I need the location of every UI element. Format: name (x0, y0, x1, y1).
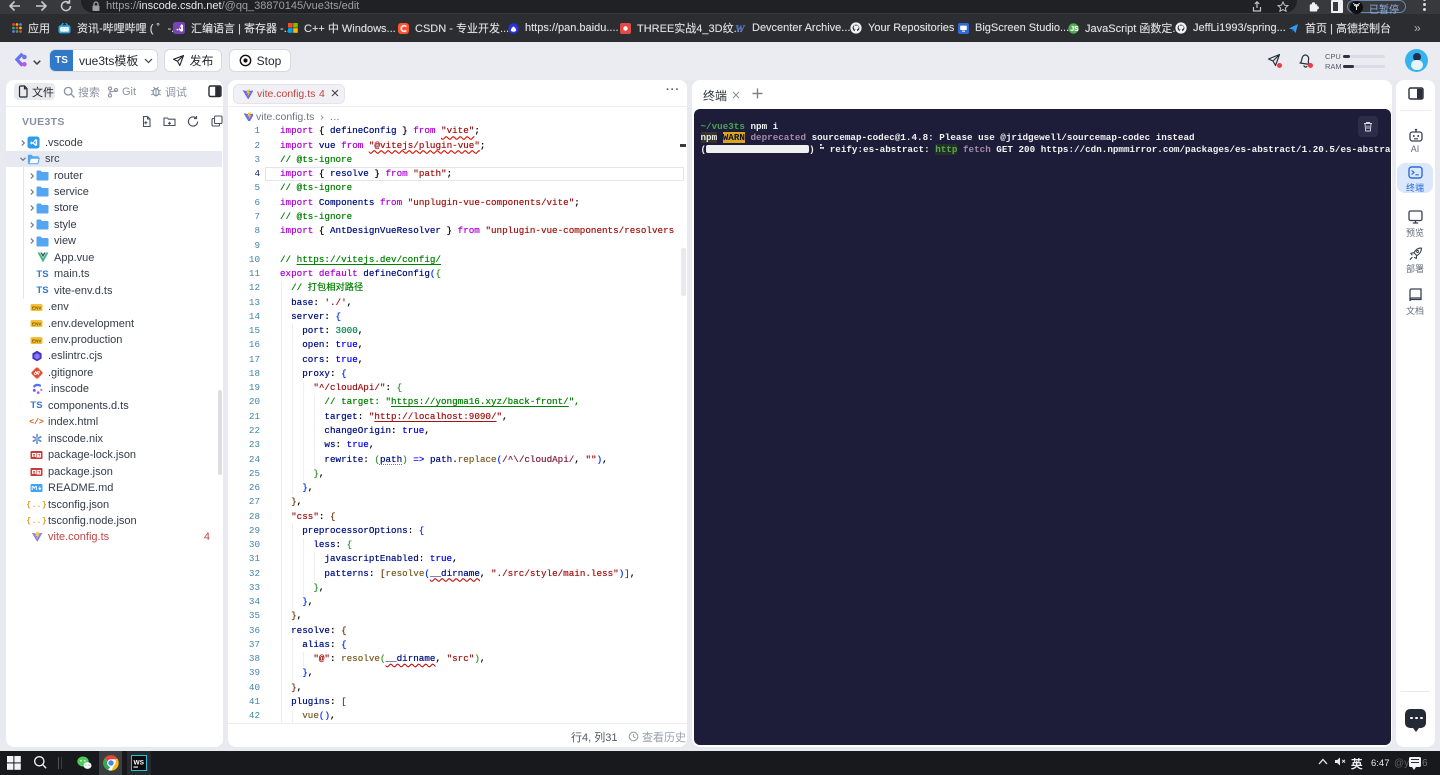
svg-text:ENV: ENV (32, 338, 42, 343)
svg-text:JS: JS (1070, 26, 1079, 33)
svg-text:ENV: ENV (32, 322, 42, 327)
svg-text:WS: WS (134, 760, 145, 767)
svg-text:ENV: ENV (32, 305, 42, 310)
svg-text:W: W (735, 23, 746, 33)
